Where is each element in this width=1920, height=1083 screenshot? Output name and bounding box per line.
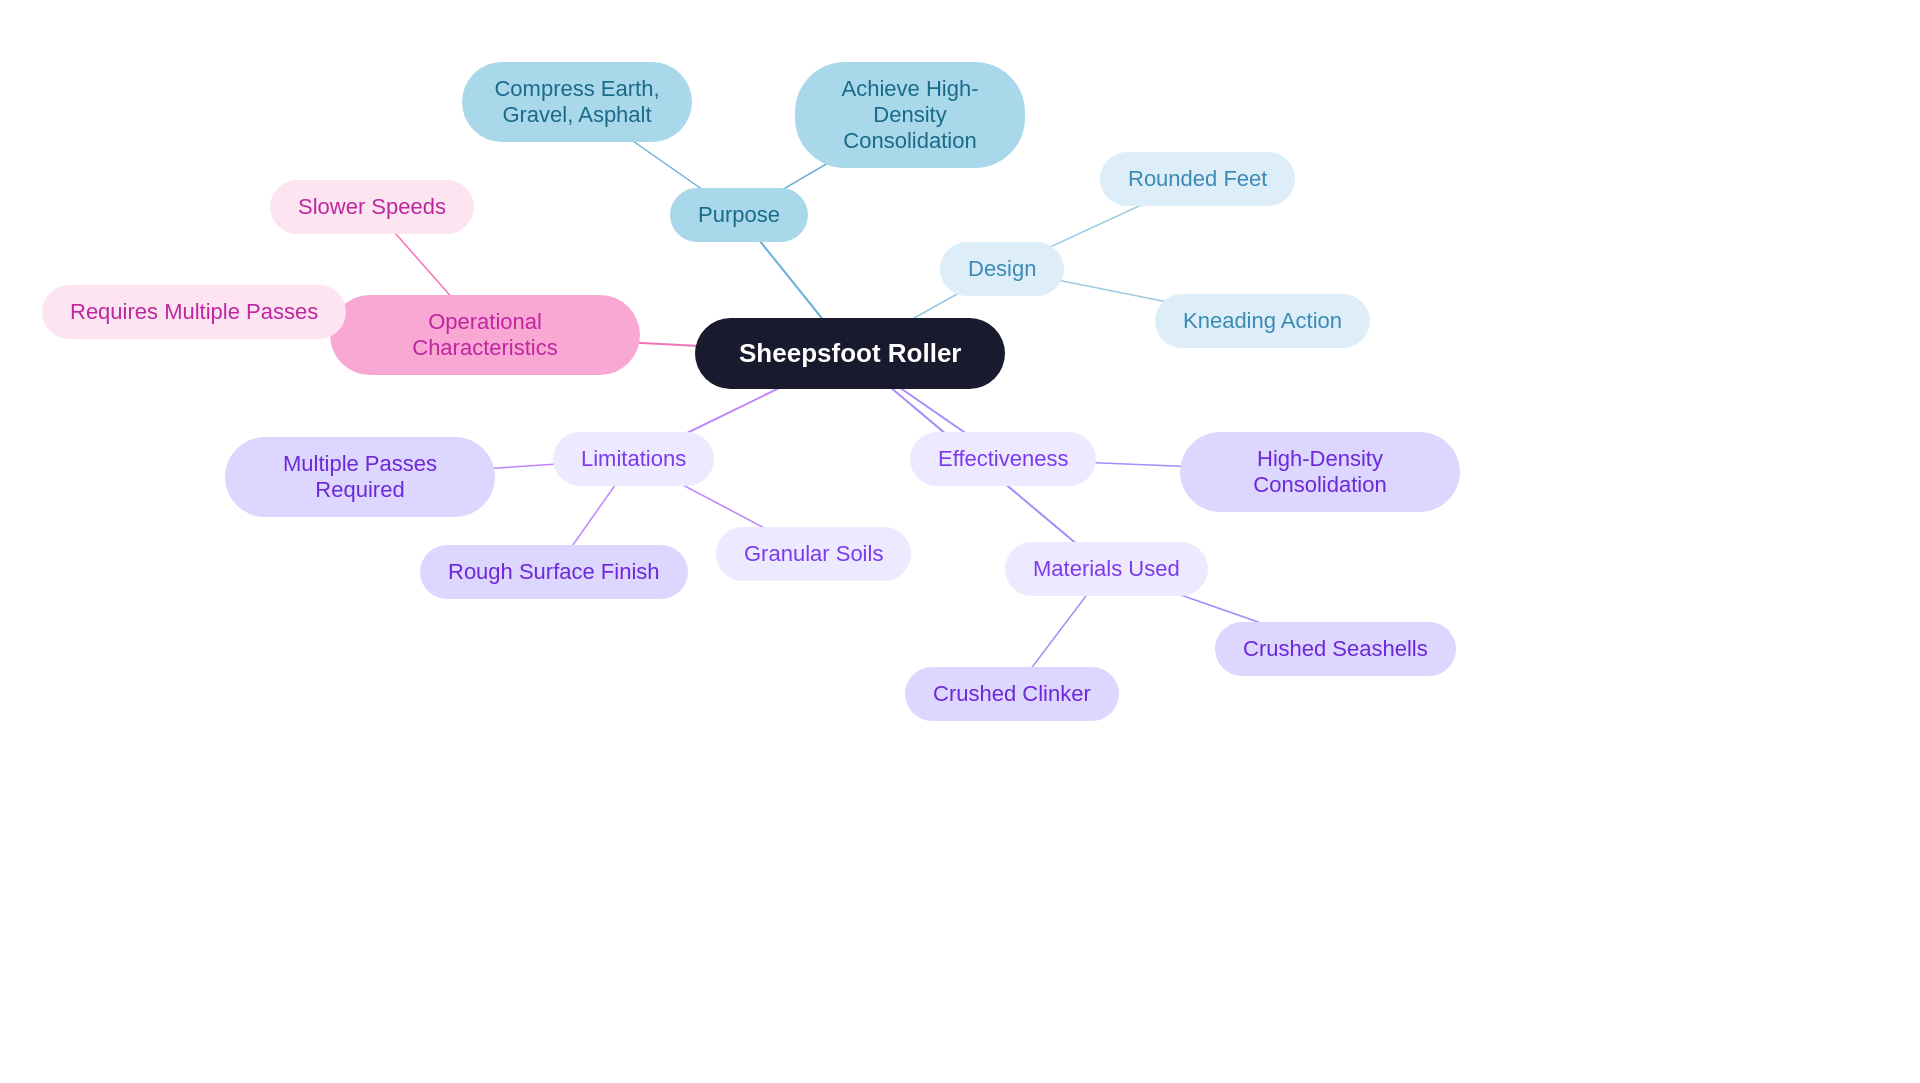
rounded-feet-label: Rounded Feet xyxy=(1128,166,1267,192)
effectiveness-label: Effectiveness xyxy=(938,446,1068,472)
purpose-label: Purpose xyxy=(698,202,780,228)
center-label: Sheepsfoot Roller xyxy=(739,338,961,369)
crushed-clinker-node: Crushed Clinker xyxy=(905,667,1119,721)
operational-node: Operational Characteristics xyxy=(330,295,640,375)
effectiveness-node: Effectiveness xyxy=(910,432,1096,486)
kneading-action-label: Kneading Action xyxy=(1183,308,1342,334)
requires-multiple-passes-node: Requires Multiple Passes xyxy=(42,285,346,339)
achieve-node: Achieve High-Density Consolidation xyxy=(795,62,1025,168)
achieve-label: Achieve High-Density Consolidation xyxy=(823,76,997,154)
high-density-node: High-Density Consolidation xyxy=(1180,432,1460,512)
crushed-seashells-label: Crushed Seashells xyxy=(1243,636,1428,662)
compress-node: Compress Earth, Gravel, Asphalt xyxy=(462,62,692,142)
materials-used-label: Materials Used xyxy=(1033,556,1180,582)
granular-soils-label: Granular Soils xyxy=(744,541,883,567)
rounded-feet-node: Rounded Feet xyxy=(1100,152,1295,206)
multiple-passes-node: Multiple Passes Required xyxy=(225,437,495,517)
crushed-clinker-label: Crushed Clinker xyxy=(933,681,1091,707)
multiple-passes-label: Multiple Passes Required xyxy=(253,451,467,503)
design-label: Design xyxy=(968,256,1036,282)
slower-speeds-node: Slower Speeds xyxy=(270,180,474,234)
purpose-node: Purpose xyxy=(670,188,808,242)
center-node: Sheepsfoot Roller xyxy=(695,318,1005,389)
design-node: Design xyxy=(940,242,1064,296)
limitations-node: Limitations xyxy=(553,432,714,486)
kneading-action-node: Kneading Action xyxy=(1155,294,1370,348)
limitations-label: Limitations xyxy=(581,446,686,472)
operational-label: Operational Characteristics xyxy=(358,309,612,361)
materials-used-node: Materials Used xyxy=(1005,542,1208,596)
rough-surface-label: Rough Surface Finish xyxy=(448,559,660,585)
slower-speeds-label: Slower Speeds xyxy=(298,194,446,220)
compress-label: Compress Earth, Gravel, Asphalt xyxy=(490,76,664,128)
crushed-seashells-node: Crushed Seashells xyxy=(1215,622,1456,676)
rough-surface-node: Rough Surface Finish xyxy=(420,545,688,599)
high-density-label: High-Density Consolidation xyxy=(1208,446,1432,498)
granular-soils-node: Granular Soils xyxy=(716,527,911,581)
requires-multiple-passes-label: Requires Multiple Passes xyxy=(70,299,318,325)
